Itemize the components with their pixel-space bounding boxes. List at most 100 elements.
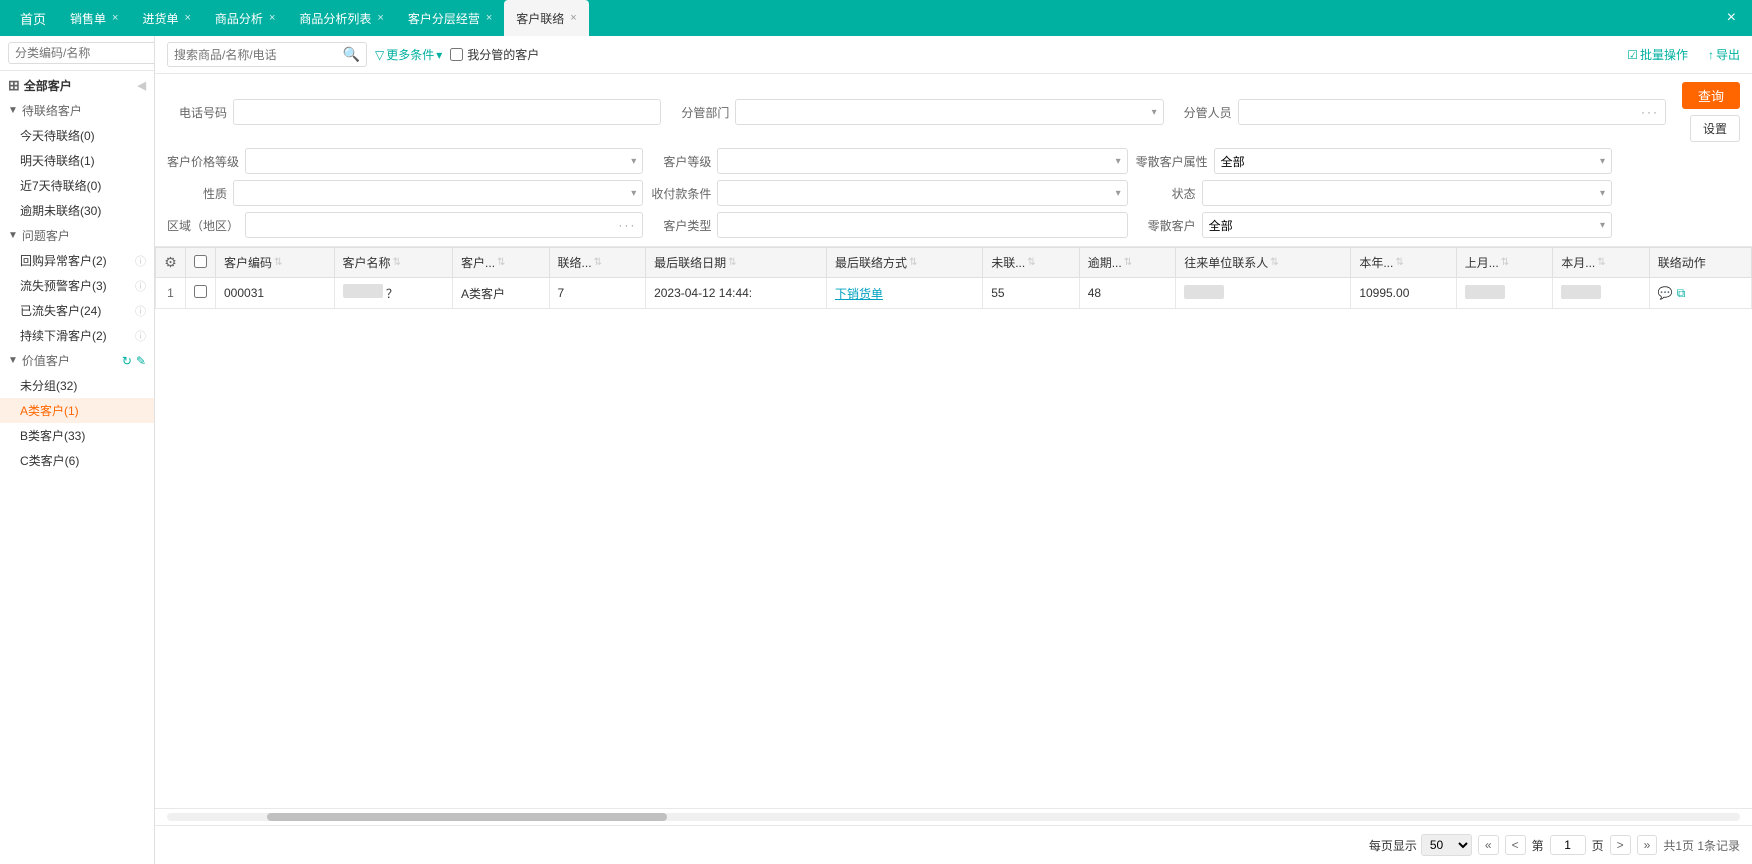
nature-select[interactable]: ▾	[233, 180, 643, 206]
table-row: 1 000031 ？ A类客户 7 2023-04-12 14:44:	[156, 278, 1752, 309]
filter-person: 分管人员 ···	[1172, 99, 1666, 125]
problem-section-header[interactable]: ▼ 问题客户	[0, 223, 154, 248]
sidebar-item-overdue[interactable]: 逾期未联络(30)	[0, 198, 154, 223]
nav-tab-sales[interactable]: 销售单 ×	[58, 0, 130, 36]
query-btn[interactable]: 查询	[1682, 82, 1740, 109]
row-checkbox[interactable]	[194, 285, 207, 298]
my-customers-checkbox[interactable]	[450, 48, 463, 61]
chat-icon[interactable]: 💬	[1658, 286, 1673, 301]
person-select[interactable]: ···	[1238, 99, 1666, 125]
sidebar-item-churned[interactable]: 已流失客户(24) ⓘ	[0, 298, 154, 323]
row-this-month	[1553, 278, 1650, 309]
page-number-input[interactable]	[1550, 835, 1586, 855]
first-page-btn[interactable]: «	[1478, 835, 1499, 855]
sidebar-all-customers[interactable]: ⊞ 全部客户 ◀	[0, 71, 154, 98]
scatter-attr-select[interactable]: 全部 ▾	[1214, 148, 1612, 174]
scatter-attr-label: 零散客户属性	[1136, 153, 1208, 170]
filter-search-input[interactable]	[174, 48, 343, 62]
price-level-select[interactable]: ▾	[245, 148, 643, 174]
sidebar-item-repurchase-abnormal[interactable]: 回购异常客户(2) ⓘ	[0, 248, 154, 273]
edit-icon[interactable]: ✎	[136, 354, 146, 368]
filter-more-btn[interactable]: ▽ 更多条件 ▾	[375, 46, 442, 63]
close-analysis-list-tab[interactable]: ×	[377, 12, 383, 24]
sidebar-item-tomorrow-pending[interactable]: 明天待联络(1)	[0, 148, 154, 173]
export-btn[interactable]: ↑ 导出	[1708, 46, 1740, 63]
next-page-btn[interactable]: >	[1610, 835, 1631, 855]
filter-search-icon[interactable]: 🔍	[343, 46, 360, 63]
th-no-contact: 未联... ⇅	[983, 248, 1080, 278]
scatter-customer-label: 零散客户	[1136, 217, 1196, 234]
price-level-arrow: ▾	[631, 156, 636, 167]
phone-input[interactable]	[233, 99, 661, 125]
refresh-icon[interactable]: ↻	[122, 354, 132, 368]
value-section-header[interactable]: ▼ 价值客户 ↻ ✎	[0, 348, 154, 373]
select-all-checkbox[interactable]	[194, 255, 207, 268]
sort-method-icon: ⇅	[909, 257, 917, 268]
nav-tab-analysis-list[interactable]: 商品分析列表 ×	[287, 0, 395, 36]
content-area: 🔍 ▽ 更多条件 ▾ 我分管的客户 ☑ 批量操作 ↑ 导出	[155, 36, 1752, 864]
payment-select[interactable]: ▾	[717, 180, 1127, 206]
sidebar-item-declining[interactable]: 持续下滑客户(2) ⓘ	[0, 323, 154, 348]
dept-arrow: ▾	[1152, 107, 1157, 118]
row-code: 000031	[216, 278, 335, 309]
sidebar-item-7days-pending[interactable]: 近7天待联络(0)	[0, 173, 154, 198]
sidebar-item-unclassified[interactable]: 未分组(32)	[0, 373, 154, 398]
region-dots: ···	[618, 218, 636, 232]
my-customers-filter[interactable]: 我分管的客户	[450, 46, 539, 63]
row-no-contact: 55	[983, 278, 1080, 309]
row-last-contact-date: 2023-04-12 14:44:	[646, 278, 827, 309]
per-page-select[interactable]: 50 100 200	[1421, 834, 1472, 856]
price-level-label: 客户价格等级	[167, 153, 239, 170]
gear-icon[interactable]: ⚙	[164, 254, 177, 270]
nav-tab-customer-contact[interactable]: 客户联络 ×	[504, 0, 588, 36]
sidebar-search-input[interactable]	[8, 42, 155, 64]
th-customer-name: 客户名称 ⇅	[334, 248, 453, 278]
sidebar-item-churn-warning[interactable]: 流失预警客户(3) ⓘ	[0, 273, 154, 298]
region-select[interactable]: ···	[245, 212, 643, 238]
close-window-btn[interactable]: ×	[1719, 9, 1744, 27]
value-section-icons[interactable]: ↻ ✎	[122, 354, 146, 368]
sidebar-item-c-class[interactable]: C类客户(6)	[0, 448, 154, 473]
horizontal-scrollbar[interactable]	[155, 808, 1752, 825]
close-sales-tab[interactable]: ×	[112, 12, 118, 24]
sort-overdue-icon: ⇅	[1124, 257, 1132, 268]
close-customer-tier-tab[interactable]: ×	[486, 12, 492, 24]
payment-label: 收付款条件	[651, 185, 711, 202]
region-label: 区域（地区）	[167, 217, 239, 234]
link-icon[interactable]: ⧉	[1677, 286, 1686, 301]
phone-label: 电话号码	[167, 104, 227, 121]
settings-btn[interactable]: 设置	[1690, 115, 1740, 142]
nav-tab-purchase[interactable]: 进货单 ×	[130, 0, 202, 36]
scroll-thumb[interactable]	[267, 813, 667, 821]
query-area: 查询 设置	[1674, 82, 1740, 142]
collapse-icon[interactable]: ◀	[138, 79, 146, 92]
filter-funnel-icon: ▽	[375, 48, 384, 62]
scatter-customer-select[interactable]: 全部 ▾	[1202, 212, 1612, 238]
batch-op-btn[interactable]: ☑ 批量操作	[1627, 46, 1688, 63]
problem-arrow: ▼	[8, 230, 18, 241]
dept-select[interactable]: ▾	[735, 99, 1163, 125]
per-page-selector: 每页显示 50 100 200	[1369, 834, 1472, 856]
close-customer-contact-tab[interactable]: ×	[570, 12, 576, 24]
customer-level-select[interactable]: ▾	[717, 148, 1127, 174]
customer-type-input[interactable]	[717, 212, 1127, 238]
nav-tab-customer-tier[interactable]: 客户分层经营 ×	[396, 0, 504, 36]
filter-region: 区域（地区） ···	[167, 212, 643, 238]
sidebar-item-b-class[interactable]: B类客户(33)	[0, 423, 154, 448]
status-select[interactable]: ▾	[1202, 180, 1612, 206]
close-analysis-tab[interactable]: ×	[269, 12, 275, 24]
last-contact-link[interactable]: 下销货单	[835, 287, 883, 301]
info-icon-churn-warning: ⓘ	[135, 278, 146, 294]
close-purchase-tab[interactable]: ×	[184, 12, 190, 24]
last-page-btn[interactable]: »	[1637, 835, 1658, 855]
nav-tab-analysis[interactable]: 商品分析 ×	[203, 0, 287, 36]
nav-home[interactable]: 首页	[8, 0, 58, 36]
sidebar-item-today-pending[interactable]: 今天待联络(0)	[0, 123, 154, 148]
pending-section-header[interactable]: ▼ 待联络客户	[0, 98, 154, 123]
row-checkbox-cell	[186, 278, 216, 309]
row-num: 1	[156, 278, 186, 309]
th-year-amount: 本年... ⇅	[1351, 248, 1456, 278]
prev-page-btn[interactable]: <	[1505, 835, 1526, 855]
sidebar-item-a-class[interactable]: A类客户(1)	[0, 398, 154, 423]
person-dots: ···	[1641, 105, 1659, 119]
